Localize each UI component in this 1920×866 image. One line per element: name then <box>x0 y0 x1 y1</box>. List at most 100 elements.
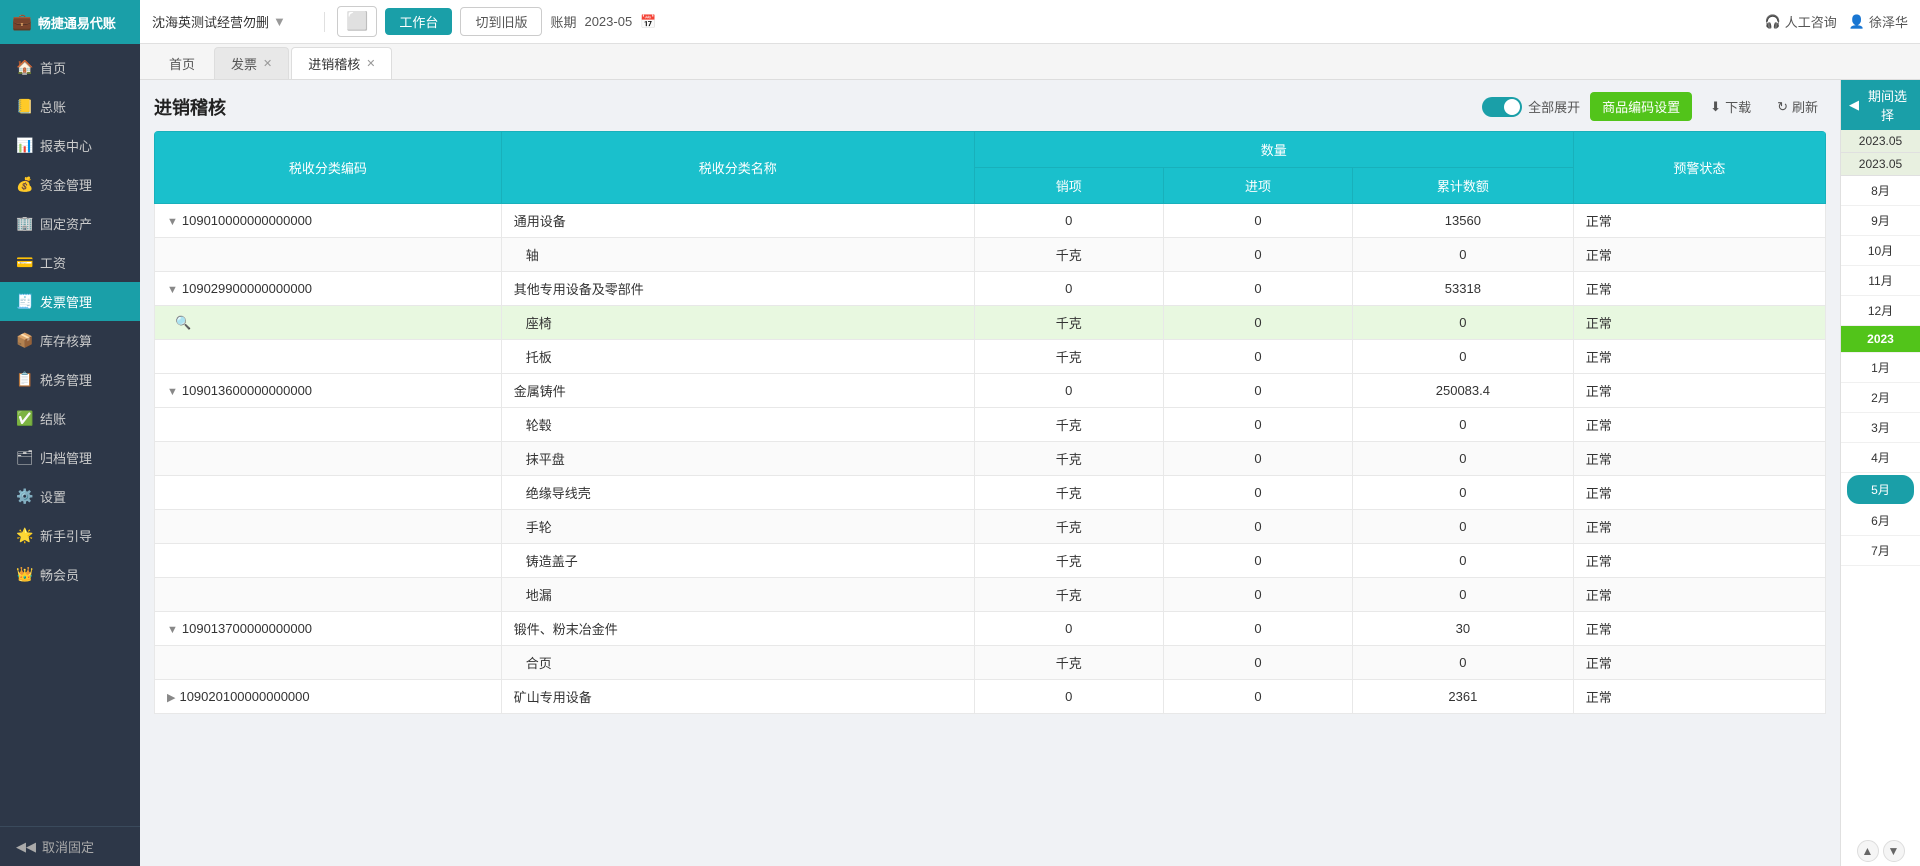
sidebar-item-funds[interactable]: 💰 资金管理 <box>0 165 140 204</box>
sidebar-item-guide[interactable]: 🌟 新手引导 <box>0 516 140 555</box>
period-nav: ▲ ▼ <box>1841 836 1920 866</box>
cell-purchase: 0 <box>1353 510 1574 544</box>
tab-invoice[interactable]: 发票 ✕ <box>214 47 289 79</box>
cell-name: 绝缘导线壳 <box>501 476 974 510</box>
logo-icon: 💼 <box>12 12 32 32</box>
expand-icon[interactable]: ▶ <box>167 692 175 704</box>
company-selector[interactable]: 沈海英测试经营勿删 ▼ <box>152 12 312 31</box>
th-sales: 销项 <box>974 168 1163 204</box>
sidebar-item-settings[interactable]: ⚙️ 设置 <box>0 477 140 516</box>
period-item-10[interactable]: 10月 <box>1841 236 1920 266</box>
expand-icon[interactable]: ▼ <box>167 624 178 636</box>
expand-icon[interactable]: ▼ <box>167 216 178 228</box>
sidebar-item-inventory[interactable]: 📦 库存核算 <box>0 321 140 360</box>
refresh-button[interactable]: ↻ 刷新 <box>1769 93 1826 120</box>
period-item-9[interactable]: 9月 <box>1841 206 1920 236</box>
period-item-7[interactable]: 7月 <box>1841 536 1920 566</box>
cell-purchase: 0 <box>1353 578 1574 612</box>
period-item-11[interactable]: 11月 <box>1841 266 1920 296</box>
product-code-button[interactable]: 商品编码设置 <box>1590 92 1692 121</box>
sidebar-item-archive[interactable]: 🗂 归档管理 <box>0 438 140 477</box>
table-row: 地漏 千克 0 0 正常 <box>155 578 1826 612</box>
cell-purchase: 0 <box>1353 544 1574 578</box>
table-row: 轴 千克 0 0 正常 <box>155 238 1826 272</box>
sidebar-item-settle[interactable]: ✅ 结账 <box>0 399 140 438</box>
cell-purchase: 0 <box>1353 340 1574 374</box>
table-row: 🔍 座椅 千克 0 0 正常 <box>155 306 1826 340</box>
cell-status: 正常 <box>1573 374 1825 408</box>
cell-sales: 0 <box>974 374 1163 408</box>
sidebar-label-home: 首页 <box>40 58 66 77</box>
tab-invoice-label: 发票 <box>231 54 257 73</box>
period-item-8[interactable]: 8月 <box>1841 176 1920 206</box>
cell-code <box>155 578 502 612</box>
save-draft-button[interactable]: ⬜ <box>337 6 377 37</box>
sidebar-item-tax[interactable]: 📋 税务管理 <box>0 360 140 399</box>
period-label: 账期 <box>550 12 576 31</box>
th-quantity-group: 数量 <box>974 132 1573 168</box>
cell-unit: 千克 <box>974 578 1163 612</box>
sidebar-unpin-button[interactable]: ◀◀ 取消固定 <box>0 826 140 866</box>
pin-icon: ◀◀ <box>16 839 36 855</box>
period-item-1[interactable]: 1月 <box>1841 353 1920 383</box>
period-item-6[interactable]: 6月 <box>1841 506 1920 536</box>
search-icon[interactable]: 🔍 <box>175 315 191 330</box>
page-title-row: 进销稽核 全部展开 商品编码设置 ⬇ 下载 ↻ 刷新 <box>154 92 1826 121</box>
switch-old-button[interactable]: 切到旧版 <box>460 7 542 36</box>
expand-all-label: 全部展开 <box>1528 97 1580 116</box>
period-item-3[interactable]: 3月 <box>1841 413 1920 443</box>
period-year-2023-second: 2023.05 <box>1841 153 1920 176</box>
expand-toggle-switch[interactable] <box>1482 97 1522 117</box>
main-table-wrap: 税收分类编码 税收分类名称 数量 预警状态 销项 进项 累计数额 <box>154 131 1826 854</box>
sidebar-label-invoice: 发票管理 <box>40 292 92 311</box>
expand-icon[interactable]: ▼ <box>167 284 178 296</box>
support-link[interactable]: 🎧 人工咨询 <box>1765 12 1837 31</box>
tab-invoice-close[interactable]: ✕ <box>263 57 272 70</box>
download-button[interactable]: ⬇ 下载 <box>1702 93 1759 120</box>
sidebar-item-ledger[interactable]: 📒 总账 <box>0 87 140 126</box>
cell-status: 正常 <box>1573 476 1825 510</box>
workbench-button[interactable]: 工作台 <box>385 8 452 35</box>
expand-all-toggle[interactable]: 全部展开 <box>1482 97 1580 117</box>
sidebar-item-invoice[interactable]: 🧾 发票管理 <box>0 282 140 321</box>
expand-icon[interactable]: ▼ <box>167 386 178 398</box>
table-row: ▼109013600000000000 金属铸件 0 0 250083.4 正常 <box>155 374 1826 408</box>
sidebar-item-home[interactable]: 🏠 首页 <box>0 48 140 87</box>
period-title: 期间选择 <box>1863 86 1912 124</box>
period-header[interactable]: ◀ 期间选择 <box>1841 80 1920 130</box>
cell-name: 铸造盖子 <box>501 544 974 578</box>
table-row: 托板 千克 0 0 正常 <box>155 340 1826 374</box>
tab-home[interactable]: 首页 <box>152 47 212 79</box>
cell-name: 其他专用设备及零部件 <box>501 272 974 306</box>
period-item-5[interactable]: 5月 <box>1847 475 1914 504</box>
period-list: 8月 9月 10月 11月 12月 2023 1月 2月 3月 4月 5月 6月… <box>1841 176 1920 836</box>
period-nav-down[interactable]: ▼ <box>1883 840 1905 862</box>
period-item-12[interactable]: 12月 <box>1841 296 1920 326</box>
cell-sales: 0 <box>1163 442 1352 476</box>
period-nav-up[interactable]: ▲ <box>1857 840 1879 862</box>
user-menu[interactable]: 👤 徐泽华 <box>1849 12 1908 31</box>
th-purchase: 进项 <box>1163 168 1352 204</box>
calendar-icon[interactable]: 📅 <box>640 14 656 30</box>
tab-reconcile[interactable]: 进销稽核 ✕ <box>291 47 392 79</box>
sidebar-item-assets[interactable]: 🏢 固定资产 <box>0 204 140 243</box>
sidebar-item-member[interactable]: 👑 畅会员 <box>0 555 140 594</box>
period-item-4[interactable]: 4月 <box>1841 443 1920 473</box>
sidebar-label-settings: 设置 <box>40 487 66 506</box>
period-display: 账期 2023-05 📅 <box>550 12 656 31</box>
cell-status: 正常 <box>1573 612 1825 646</box>
cell-code: ▼109029900000000000 <box>155 272 502 306</box>
cell-name: 通用设备 <box>501 204 974 238</box>
cell-name: 轮毂 <box>501 408 974 442</box>
sidebar-item-salary[interactable]: 💳 工资 <box>0 243 140 282</box>
sidebar-item-reports[interactable]: 📊 报表中心 <box>0 126 140 165</box>
home-icon: 🏠 <box>16 59 32 76</box>
cell-unit: 千克 <box>974 238 1163 272</box>
page-content: 进销稽核 全部展开 商品编码设置 ⬇ 下载 ↻ 刷新 <box>140 80 1920 866</box>
period-item-2[interactable]: 2月 <box>1841 383 1920 413</box>
tab-reconcile-close[interactable]: ✕ <box>366 57 375 70</box>
period-expand-icon: ◀ <box>1849 97 1859 113</box>
cell-sales: 0 <box>974 204 1163 238</box>
cell-sales: 0 <box>1163 476 1352 510</box>
cell-code <box>155 510 502 544</box>
